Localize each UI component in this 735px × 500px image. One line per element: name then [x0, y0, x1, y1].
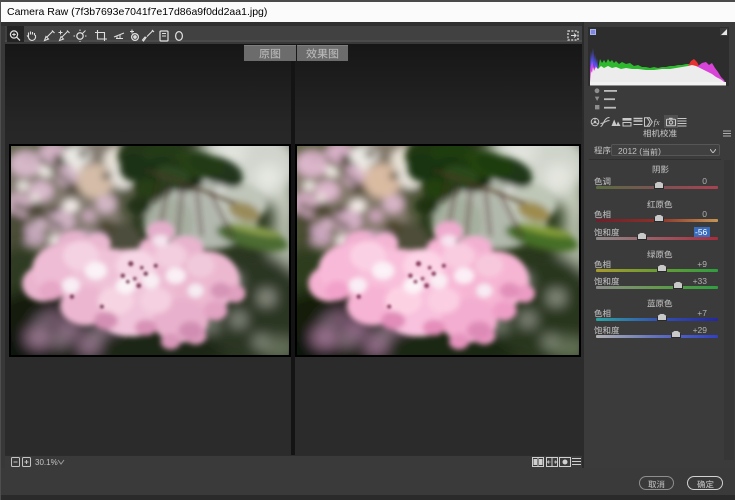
svg-text:fx: fx [654, 117, 660, 127]
